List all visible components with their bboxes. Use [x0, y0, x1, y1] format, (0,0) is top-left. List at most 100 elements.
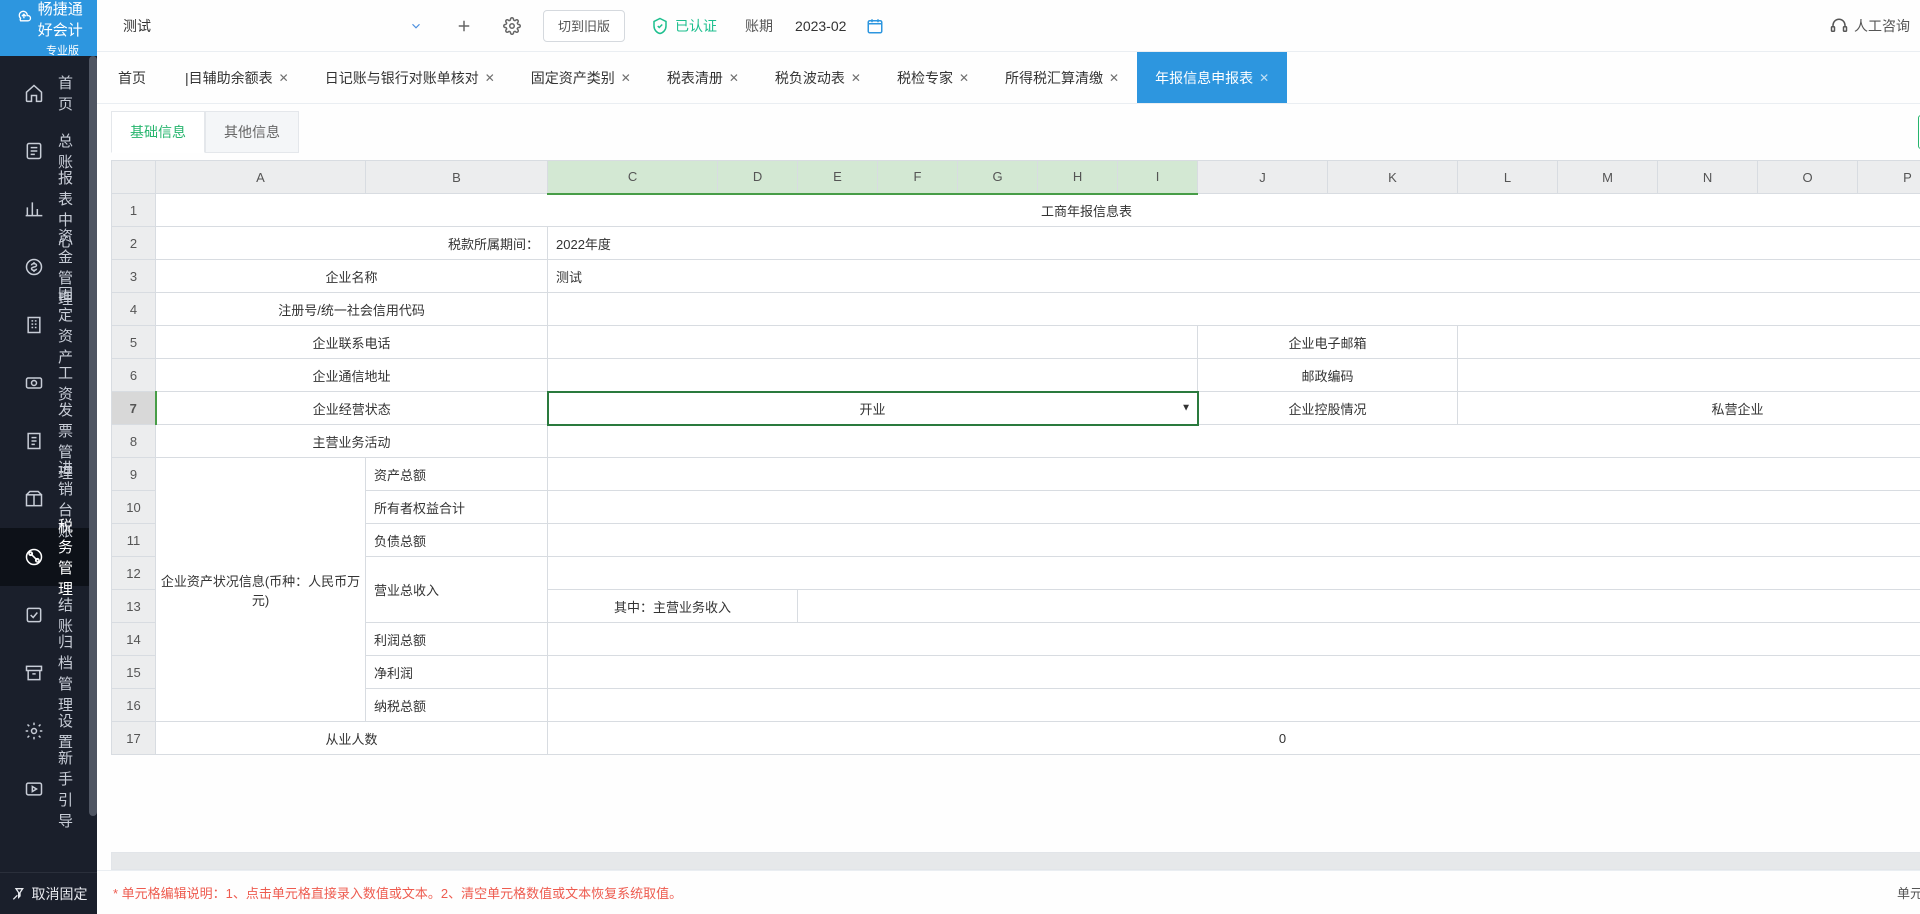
row-header[interactable]: 12: [112, 557, 156, 590]
nav-item-inventory[interactable]: 进销台账: [0, 470, 97, 528]
col-header[interactable]: O: [1758, 161, 1858, 194]
tab[interactable]: |目辅助余额表✕: [167, 52, 307, 103]
cell[interactable]: [548, 293, 1920, 326]
horizontal-scrollbar[interactable]: [111, 852, 1920, 870]
row-header[interactable]: 14: [112, 623, 156, 656]
tab-close-icon[interactable]: ✕: [1259, 71, 1269, 85]
tab[interactable]: 税表清册✕: [649, 52, 757, 103]
cell[interactable]: 企业联系电话: [156, 326, 548, 359]
company-selector[interactable]: 测试: [113, 9, 433, 43]
tab[interactable]: 税检专家✕: [879, 52, 987, 103]
row-header[interactable]: 8: [112, 425, 156, 458]
tab[interactable]: 所得税汇算清缴✕: [987, 52, 1137, 103]
nav-item-money[interactable]: 资金管理: [0, 238, 97, 296]
cell[interactable]: [548, 524, 1920, 557]
col-header[interactable]: N: [1658, 161, 1758, 194]
col-header[interactable]: C: [548, 161, 718, 194]
nav-item-archive[interactable]: 归档管理: [0, 644, 97, 702]
col-header[interactable]: E: [798, 161, 878, 194]
row-header[interactable]: 1: [112, 194, 156, 227]
cell[interactable]: [548, 425, 1920, 458]
cell[interactable]: 从业人数: [156, 722, 548, 755]
nav-item-ledger[interactable]: 总账: [0, 122, 97, 180]
calendar-icon[interactable]: [866, 17, 884, 35]
cell[interactable]: 企业控股情况: [1198, 392, 1458, 425]
cell[interactable]: [548, 689, 1920, 722]
cell[interactable]: 2022年度: [548, 227, 1920, 260]
row-header[interactable]: 4: [112, 293, 156, 326]
col-header[interactable]: P: [1858, 161, 1920, 194]
row-header[interactable]: 2: [112, 227, 156, 260]
col-header[interactable]: D: [718, 161, 798, 194]
cell[interactable]: 私营企业: [1458, 392, 1920, 425]
nav-item-settings[interactable]: 设置: [0, 702, 97, 760]
row-header[interactable]: 11: [112, 524, 156, 557]
row-header[interactable]: 17: [112, 722, 156, 755]
cell[interactable]: [548, 656, 1920, 689]
cell[interactable]: [548, 623, 1920, 656]
switch-old-button[interactable]: 切到旧版: [543, 10, 625, 42]
cell[interactable]: 纳税总额: [366, 689, 548, 722]
cell[interactable]: 企业电子邮箱: [1198, 326, 1458, 359]
row-header[interactable]: 10: [112, 491, 156, 524]
cell[interactable]: 利润总额: [366, 623, 548, 656]
nav-item-tax[interactable]: 税务管理: [0, 528, 97, 586]
subtab-other[interactable]: 其他信息: [205, 111, 299, 153]
spreadsheet[interactable]: ABCDEFGHIJKLMNOPQ 1工商年报信息表 2税款所属期间：2022年…: [111, 160, 1920, 850]
cell[interactable]: 净利润: [366, 656, 548, 689]
col-header[interactable]: L: [1458, 161, 1558, 194]
cell[interactable]: 企业名称: [156, 260, 548, 293]
row-header[interactable]: 6: [112, 359, 156, 392]
tab[interactable]: 固定资产类别✕: [513, 52, 649, 103]
col-header[interactable]: J: [1198, 161, 1328, 194]
cell[interactable]: [1458, 359, 1920, 392]
cell[interactable]: 主营业务活动: [156, 425, 548, 458]
selected-cell-dropdown[interactable]: 开业▼: [548, 392, 1198, 425]
col-header[interactable]: M: [1558, 161, 1658, 194]
nav-item-chart[interactable]: 报表中心: [0, 180, 97, 238]
cell[interactable]: 企业经营状态: [156, 392, 548, 425]
row-header[interactable]: 7: [112, 392, 156, 425]
cell[interactable]: 注册号/统一社会信用代码: [156, 293, 548, 326]
col-header[interactable]: K: [1328, 161, 1458, 194]
col-header[interactable]: G: [958, 161, 1038, 194]
cell[interactable]: [548, 359, 1198, 392]
tab[interactable]: 年报信息申报表✕: [1137, 52, 1287, 103]
cell[interactable]: 邮政编码: [1198, 359, 1458, 392]
cell[interactable]: 企业资产状况信息(币种：人民币万元): [156, 458, 366, 722]
cell[interactable]: 资产总额: [366, 458, 548, 491]
col-header[interactable]: I: [1118, 161, 1198, 194]
nav-item-guide[interactable]: 新手引导: [0, 760, 97, 818]
row-header[interactable]: 3: [112, 260, 156, 293]
nav-item-checkout[interactable]: 结账: [0, 586, 97, 644]
tab-close-icon[interactable]: ✕: [729, 71, 739, 85]
tab-close-icon[interactable]: ✕: [1109, 71, 1119, 85]
cell[interactable]: 其中：主营业务收入: [548, 590, 798, 623]
tab-close-icon[interactable]: ✕: [851, 71, 861, 85]
sheet-title[interactable]: 工商年报信息表: [156, 194, 1920, 227]
row-header[interactable]: 5: [112, 326, 156, 359]
row-header[interactable]: 13: [112, 590, 156, 623]
cell[interactable]: 税款所属期间：: [156, 227, 548, 260]
cell[interactable]: 测试: [548, 260, 1920, 293]
tab[interactable]: 日记账与银行对账单核对✕: [307, 52, 513, 103]
cell[interactable]: [548, 458, 1920, 491]
add-button[interactable]: [447, 9, 481, 43]
tab-home[interactable]: 首页: [97, 52, 167, 103]
row-header[interactable]: 16: [112, 689, 156, 722]
cell[interactable]: [798, 590, 1920, 623]
tab-close-icon[interactable]: ✕: [485, 71, 495, 85]
sidebar-pin-toggle[interactable]: 取消固定: [0, 872, 97, 914]
corner-cell[interactable]: [112, 161, 156, 194]
col-header[interactable]: F: [878, 161, 958, 194]
nav-item-salary[interactable]: 工资: [0, 354, 97, 412]
col-header[interactable]: B: [366, 161, 548, 194]
nav-item-building[interactable]: 固定资产: [0, 296, 97, 354]
sidebar-scrollbar[interactable]: [89, 56, 97, 874]
cell[interactable]: 所有者权益合计: [366, 491, 548, 524]
consult-button[interactable]: 人工咨询: [1830, 16, 1910, 36]
col-header[interactable]: H: [1038, 161, 1118, 194]
cell[interactable]: 企业通信地址: [156, 359, 548, 392]
tab-close-icon[interactable]: ✕: [621, 71, 631, 85]
cell[interactable]: [548, 557, 1920, 590]
